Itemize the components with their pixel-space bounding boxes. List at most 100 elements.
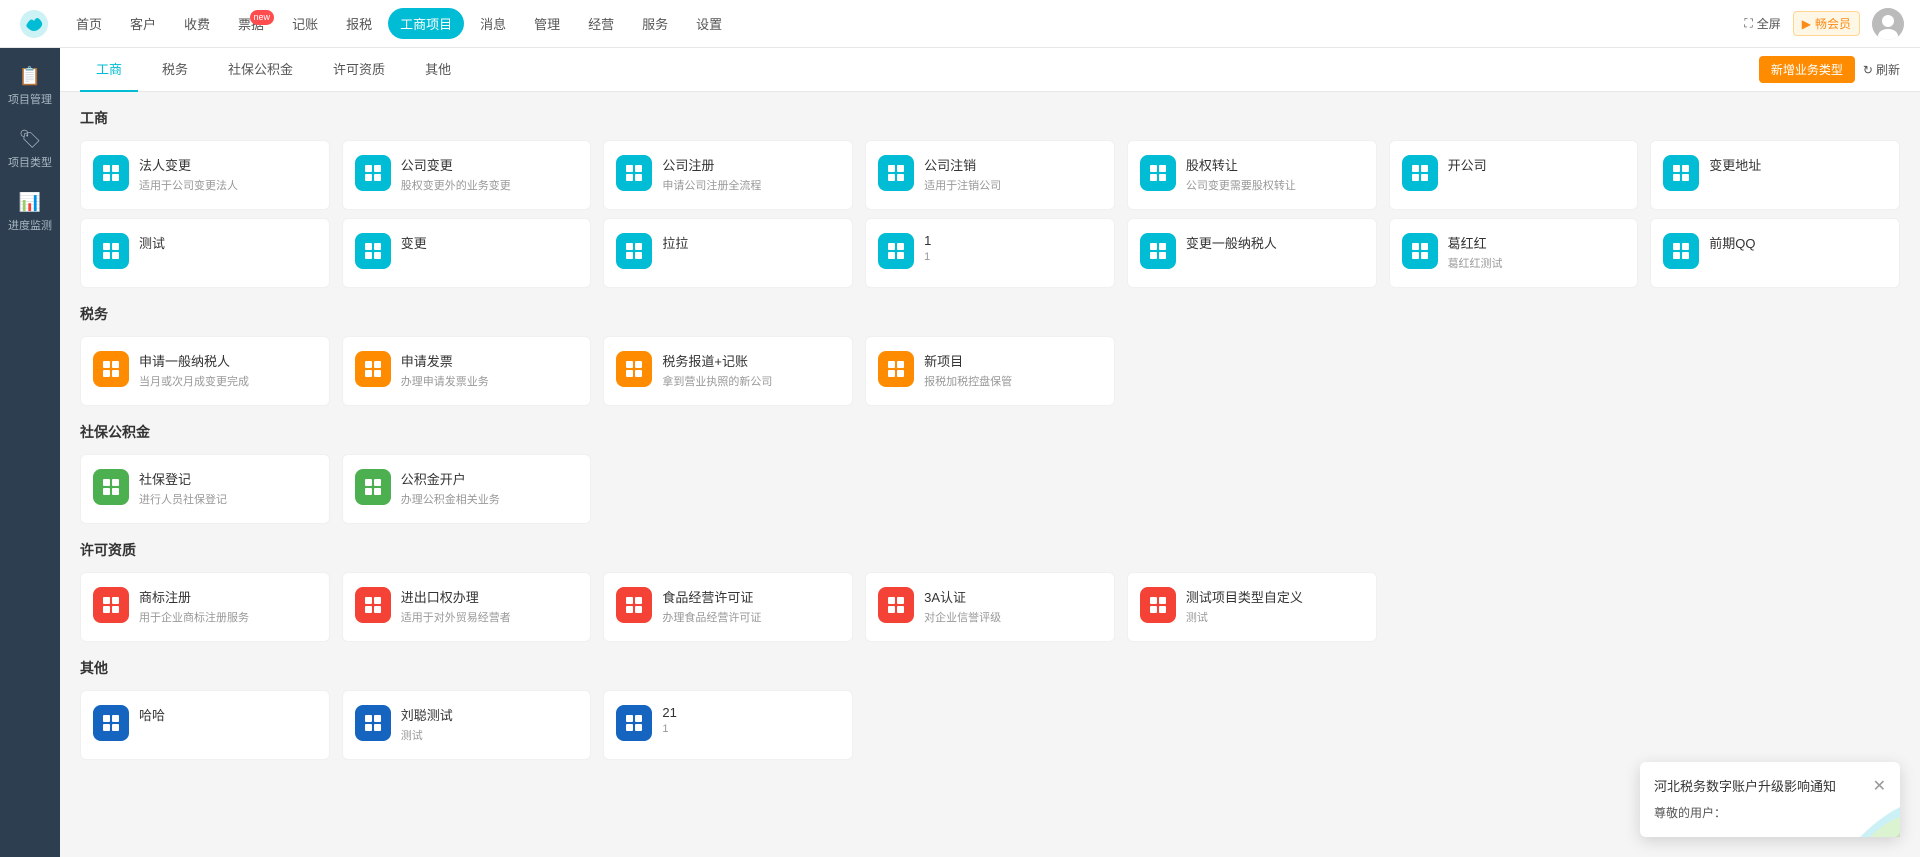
nav-item-消息[interactable]: 消息 [468,8,518,39]
business-card-1-4[interactable]: 变更一般纳税人 [1127,218,1377,288]
business-card-5-1[interactable]: 刘聪测试测试 [342,690,592,760]
card-grid-1: 测试 变更 拉拉 11 变更一般纳税人 葛红红葛红红测试 前期QQ [80,218,1900,288]
card-desc: 办理食品经营许可证 [662,609,840,625]
card-desc: 1 [924,251,1102,263]
card-icon [355,469,391,505]
card-desc: 对企业信誉评级 [924,609,1102,625]
card-desc: 适用于对外贸易经营者 [401,609,579,625]
card-desc: 适用于公司变更法人 [139,177,317,193]
card-name: 申请一般纳税人 [139,351,317,370]
member-label: 畅会员 [1815,15,1851,32]
card-name: 21 [662,705,840,720]
card-name: 公积金开户 [401,469,579,488]
card-name: 3A认证 [924,587,1102,606]
card-icon [355,705,391,741]
business-card-4-3[interactable]: 3A认证对企业信誉评级 [865,572,1115,642]
nav-item-票据[interactable]: 票据new [226,8,276,39]
nav-item-服务[interactable]: 服务 [630,8,680,39]
nav-item-管理[interactable]: 管理 [522,8,572,39]
nav-item-报税[interactable]: 报税 [334,8,384,39]
nav-right: ⛶ 全屏 ▶ 畅会员 [1744,8,1904,40]
business-card-0-4[interactable]: 股权转让公司变更需要股权转让 [1127,140,1377,210]
card-icon [616,351,652,387]
business-card-5-2[interactable]: 211 [603,690,853,760]
sidebar-item-进度监测[interactable]: 📊进度监测 [4,182,56,241]
business-card-1-2[interactable]: 拉拉 [603,218,853,288]
nav-item-首页[interactable]: 首页 [64,8,114,39]
card-icon [93,351,129,387]
card-name: 税务报道+记账 [662,351,840,370]
card-desc: 测试 [401,727,579,743]
sub-tab-社保公积金[interactable]: 社保公积金 [212,48,309,92]
card-name: 新项目 [924,351,1102,370]
sidebar-item-项目管理[interactable]: 📋项目管理 [4,56,56,115]
card-grid-3: 社保登记进行人员社保登记 公积金开户办理公积金相关业务 [80,454,1900,524]
business-card-5-0[interactable]: 哈哈 [80,690,330,760]
business-card-1-0[interactable]: 测试 [80,218,330,288]
business-card-1-6[interactable]: 前期QQ [1650,218,1900,288]
card-icon [355,233,391,269]
business-card-1-1[interactable]: 变更 [342,218,592,288]
business-card-2-0[interactable]: 申请一般纳税人当月或次月成变更完成 [80,336,330,406]
sub-tab-税务[interactable]: 税务 [146,48,204,92]
card-name: 进出口权办理 [401,587,579,606]
card-icon [616,233,652,269]
card-icon [616,155,652,191]
business-card-0-2[interactable]: 公司注册申请公司注册全流程 [603,140,853,210]
card-icon [878,233,914,269]
fullscreen-button[interactable]: ⛶ 全屏 [1744,15,1780,32]
business-card-1-3[interactable]: 11 [865,218,1115,288]
sub-nav-actions: 新增业务类型 ↻ 刷新 [1759,56,1900,83]
card-icon [355,587,391,623]
business-card-4-4[interactable]: 测试项目类型自定义测试 [1127,572,1377,642]
card-desc: 用于企业商标注册服务 [139,609,317,625]
card-icon [93,233,129,269]
content-area: 工商 法人变更适用于公司变更法人 公司变更股权变更外的业务变更 公司注册申请公司… [60,92,1920,784]
card-name: 测试项目类型自定义 [1186,587,1364,606]
business-card-2-3[interactable]: 新项目报税加税控盘保管 [865,336,1115,406]
refresh-button[interactable]: ↻ 刷新 [1863,61,1900,78]
business-card-4-1[interactable]: 进出口权办理适用于对外贸易经营者 [342,572,592,642]
nav-item-设置[interactable]: 设置 [684,8,734,39]
nav-item-收费[interactable]: 收费 [172,8,222,39]
sub-tab-工商[interactable]: 工商 [80,48,138,92]
business-card-2-2[interactable]: 税务报道+记账拿到营业执照的新公司 [603,336,853,406]
new-type-button[interactable]: 新增业务类型 [1759,56,1855,83]
business-card-0-6[interactable]: 变更地址 [1650,140,1900,210]
sidebar: 📋项目管理🏷项目类型📊进度监测 [0,48,60,857]
business-card-4-0[interactable]: 商标注册用于企业商标注册服务 [80,572,330,642]
business-card-0-1[interactable]: 公司变更股权变更外的业务变更 [342,140,592,210]
business-card-0-0[interactable]: 法人变更适用于公司变更法人 [80,140,330,210]
nav-item-客户[interactable]: 客户 [118,8,168,39]
nav-item-经营[interactable]: 经营 [576,8,626,39]
sub-tab-许可资质[interactable]: 许可资质 [317,48,401,92]
card-name: 哈哈 [139,705,317,724]
member-button[interactable]: ▶ 畅会员 [1793,11,1860,36]
business-card-3-0[interactable]: 社保登记进行人员社保登记 [80,454,330,524]
business-card-2-1[interactable]: 申请发票办理申请发票业务 [342,336,592,406]
business-card-0-5[interactable]: 开公司 [1389,140,1639,210]
sub-tab-其他[interactable]: 其他 [409,48,467,92]
business-card-0-3[interactable]: 公司注销适用于注销公司 [865,140,1115,210]
nav-item-工商项目[interactable]: 工商项目 [388,8,464,39]
card-desc: 办理申请发票业务 [401,373,579,389]
business-card-3-1[interactable]: 公积金开户办理公积金相关业务 [342,454,592,524]
nav-item-记账[interactable]: 记账 [280,8,330,39]
app-logo [16,6,52,42]
card-name: 申请发票 [401,351,579,370]
card-name: 变更 [401,233,579,252]
section-title-5: 其他 [80,658,1900,678]
business-card-1-5[interactable]: 葛红红葛红红测试 [1389,218,1639,288]
user-avatar[interactable] [1872,8,1904,40]
card-desc: 当月或次月成变更完成 [139,373,317,389]
notification-title: 河北税务数字账户升级影响通知 [1654,776,1836,795]
nav-items: 首页客户收费票据new记账报税工商项目消息管理经营服务设置 [64,8,1744,39]
card-icon [1663,233,1699,269]
business-card-4-2[interactable]: 食品经营许可证办理食品经营许可证 [603,572,853,642]
notification-decoration [1820,777,1900,837]
card-icon [93,469,129,505]
card-name: 开公司 [1448,155,1626,174]
sidebar-item-项目类型[interactable]: 🏷项目类型 [4,119,56,178]
card-icon [93,155,129,191]
card-name: 公司注销 [924,155,1102,174]
